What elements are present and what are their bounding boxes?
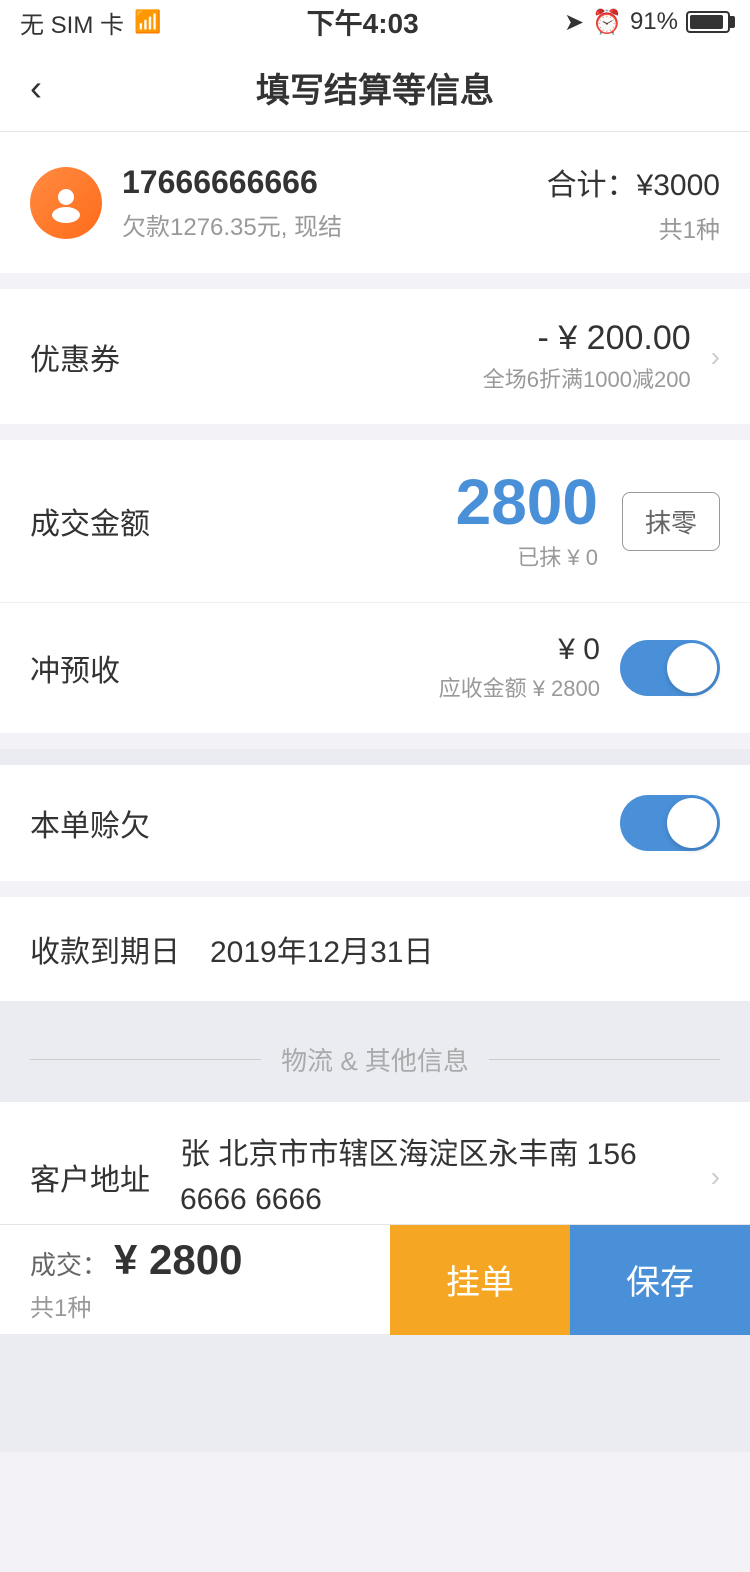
address-chevron-icon: › xyxy=(711,1161,720,1193)
pre-receive-toggle[interactable] xyxy=(620,640,720,696)
avatar xyxy=(30,167,102,239)
coupon-section: 优惠券 - ¥ 200.00 全场6折满1000减200 › xyxy=(0,289,750,424)
debt-toggle[interactable] xyxy=(620,795,720,851)
deal-label: 成交金额 xyxy=(30,499,150,543)
battery-label: 91% xyxy=(630,8,678,36)
customer-phone: 17666666666 xyxy=(122,164,342,201)
coupon-label: 优惠券 xyxy=(30,335,120,379)
pre-receive-row: 冲预收 ¥ 0 应收金额 ¥ 2800 xyxy=(0,603,750,733)
date-value: 2019年12月31日 xyxy=(210,927,433,971)
customer-info: 17666666666 欠款1276.35元, 现结 xyxy=(122,164,342,242)
header-line-right xyxy=(489,1059,720,1060)
save-button-label: 保存 xyxy=(626,1255,694,1304)
round-zero-button[interactable]: 抹零 xyxy=(622,492,720,551)
address-label: 客户地址 xyxy=(30,1155,150,1199)
bottom-count: 共1种 xyxy=(30,1288,360,1323)
pre-receive-val: ¥ 0 xyxy=(439,633,600,667)
bottom-summary: 成交： ¥ 2800 共1种 xyxy=(0,1236,390,1323)
logistics-header: 物流 & 其他信息 xyxy=(0,1017,750,1102)
chevron-right-icon: › xyxy=(711,341,720,373)
bottom-bar: 成交： ¥ 2800 共1种 挂单 保存 xyxy=(0,1224,750,1334)
pre-receive-sub: 应收金额 ¥ 2800 xyxy=(439,671,600,703)
content: 17666666666 欠款1276.35元, 现结 合计：¥3000 共1种 … xyxy=(0,132,750,1572)
status-time: 下午4:03 xyxy=(307,2,419,42)
status-bar: 无 SIM 卡 📶 下午4:03 ➤ ⏰ 91% xyxy=(0,0,750,44)
nav-bar: ‹ 填写结算等信息 xyxy=(0,44,750,132)
page-title: 填写结算等信息 xyxy=(256,63,494,112)
divider-1 xyxy=(0,749,750,765)
total-amount: 合计：¥3000 xyxy=(547,160,720,204)
customer-left: 17666666666 欠款1276.35元, 现结 xyxy=(30,164,342,242)
wifi-icon: 📶 xyxy=(134,9,161,35)
coupon-right: - ¥ 200.00 全场6折满1000减200 › xyxy=(483,319,720,394)
location-icon: ➤ xyxy=(564,8,584,37)
back-button[interactable]: ‹ xyxy=(30,67,62,109)
battery-fill xyxy=(690,15,723,29)
address-value: 张 北京市市辖区海淀区永丰南 156 6666 6666 xyxy=(180,1132,701,1222)
total-count: 共1种 xyxy=(547,210,720,245)
alarm-icon: ⏰ xyxy=(592,8,622,37)
status-right: ➤ ⏰ 91% xyxy=(564,8,730,37)
date-row: 收款到期日 2019年12月31日 xyxy=(0,897,750,1001)
battery-indicator xyxy=(686,11,730,33)
pre-receive-label: 冲预收 xyxy=(30,646,120,690)
debt-toggle-knob xyxy=(667,798,717,848)
debt-row: 本单赊欠 xyxy=(0,765,750,881)
hold-button-label: 挂单 xyxy=(446,1255,514,1304)
debt-label: 本单赊欠 xyxy=(30,801,150,845)
save-button[interactable]: 保存 xyxy=(570,1225,750,1335)
carrier-label: 无 SIM 卡 xyxy=(20,5,124,40)
deal-section: 成交金额 2800 已抹 ¥ 0 抹零 冲预收 ¥ 0 应收金额 ¥ 2800 xyxy=(0,440,750,733)
header-line-left xyxy=(30,1059,261,1060)
customer-right: 合计：¥3000 共1种 xyxy=(547,160,720,245)
date-label: 收款到期日 xyxy=(30,927,180,971)
coupon-amount: - ¥ 200.00 xyxy=(483,319,691,358)
pre-receive-right: ¥ 0 应收金额 ¥ 2800 xyxy=(439,633,600,703)
coupon-row[interactable]: 优惠券 - ¥ 200.00 全场6折满1000减200 › xyxy=(0,289,750,424)
deal-sub: 已抹 ¥ 0 xyxy=(456,540,598,572)
logistics-title: 物流 & 其他信息 xyxy=(281,1041,469,1078)
customer-card: 17666666666 欠款1276.35元, 现结 合计：¥3000 共1种 xyxy=(0,132,750,273)
bottom-deal-label: 成交： xyxy=(30,1245,108,1282)
hold-button[interactable]: 挂单 xyxy=(390,1225,570,1335)
bottom-deal-amount: ¥ 2800 xyxy=(114,1236,242,1284)
debt-section: 本单赊欠 xyxy=(0,765,750,881)
deal-amount: 2800 xyxy=(456,470,598,534)
toggle-knob xyxy=(667,643,717,693)
deal-amount-row: 成交金额 2800 已抹 ¥ 0 抹零 xyxy=(0,440,750,603)
customer-debt: 欠款1276.35元, 现结 xyxy=(122,207,342,242)
divider-2 xyxy=(0,1001,750,1017)
coupon-desc: 全场6折满1000减200 xyxy=(483,362,691,394)
status-left: 无 SIM 卡 📶 xyxy=(20,5,161,40)
